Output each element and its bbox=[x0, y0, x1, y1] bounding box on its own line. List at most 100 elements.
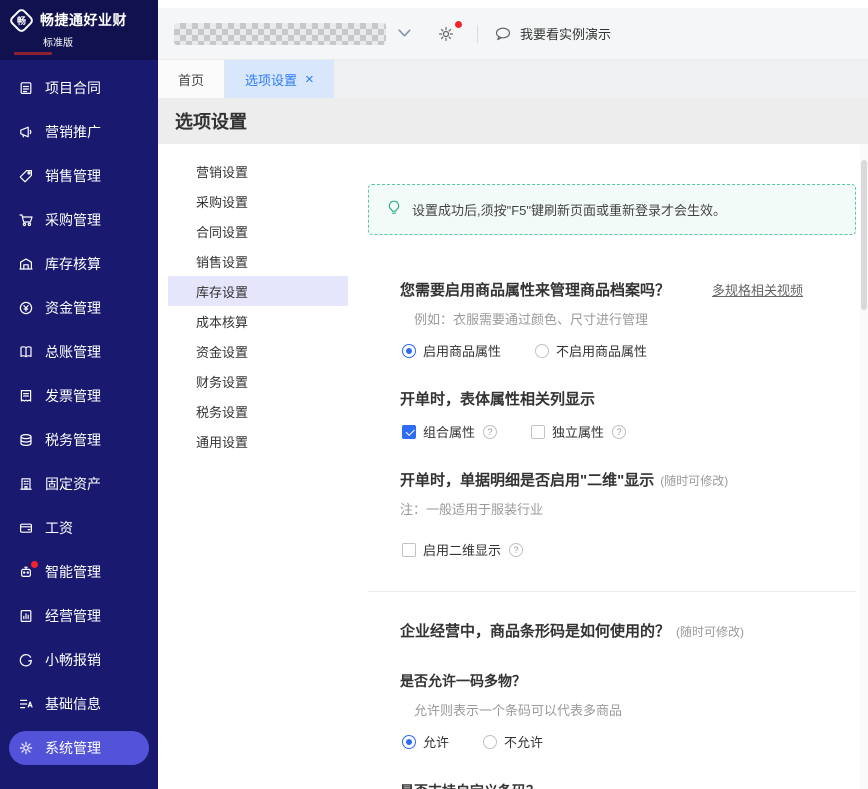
settings-nav-label: 营销设置 bbox=[196, 164, 249, 180]
settings-nav-label: 采购设置 bbox=[196, 194, 249, 210]
settings-nav-item-cost[interactable]: 成本核算 bbox=[158, 306, 348, 336]
multi-item-barcode-hint: 允许则表示一个条码可以代表多商品 bbox=[414, 703, 623, 718]
scrollbar-thumb[interactable] bbox=[861, 160, 867, 310]
2d-display-note: 注：一般适用于服装行业 bbox=[400, 502, 544, 517]
top-header: 我要看实例演示 bbox=[158, 8, 868, 60]
radio-disable-product-attr[interactable]: 不启用商品属性 bbox=[535, 341, 647, 360]
tab-options-settings[interactable]: 选项设置 × bbox=[225, 60, 334, 98]
settings-nav-item-contract[interactable]: 合同设置 bbox=[158, 216, 348, 246]
sidebar-item-label: 采购管理 bbox=[45, 212, 101, 228]
sidebar-nav: 项目合同 营销推广 销售管理 采购管理 库存核算 资金管理 总账管理 发票管理 … bbox=[0, 60, 158, 770]
brand-logo: 畅 畅捷通好业财 标准版 bbox=[0, 0, 158, 60]
tab-home[interactable]: 首页 bbox=[158, 60, 226, 98]
ledger-book-icon bbox=[18, 344, 34, 360]
radio-indicator bbox=[402, 343, 416, 358]
radio-enable-product-attr[interactable]: 启用商品属性 bbox=[402, 341, 501, 360]
sidebar: 畅 畅捷通好业财 标准版 项目合同 营销推广 销售管理 采购管理 库存核算 资金… bbox=[0, 0, 158, 789]
settings-nav-item-funds[interactable]: 资金设置 bbox=[158, 336, 348, 366]
close-tab-icon[interactable]: × bbox=[305, 72, 314, 87]
settings-nav-item-sales[interactable]: 销售设置 bbox=[158, 246, 348, 276]
sidebar-item-payroll[interactable]: 工资 bbox=[0, 506, 158, 550]
sidebar-item-sales-management[interactable]: 销售管理 bbox=[0, 154, 158, 198]
sidebar-item-invoice-management[interactable]: 发票管理 bbox=[0, 374, 158, 418]
radio-indicator bbox=[483, 734, 498, 749]
radio-disallow-multi-item[interactable]: 不允许 bbox=[483, 732, 543, 751]
settings-nav-item-tax[interactable]: 税务设置 bbox=[158, 396, 348, 426]
sidebar-item-tax-management[interactable]: 税务管理 bbox=[0, 418, 158, 462]
checkbox-label: 组合属性 bbox=[423, 425, 476, 440]
settings-nav-item-inventory[interactable]: 库存设置 bbox=[168, 276, 348, 306]
sidebar-item-funds-management[interactable]: 资金管理 bbox=[0, 286, 158, 330]
barcode-usage-title: 企业经营中，商品条形码是如何使用的？ bbox=[400, 623, 671, 640]
editable-anytime-suffix: (随时可修改) bbox=[660, 474, 729, 488]
warehouse-icon bbox=[18, 256, 34, 272]
receipt-icon bbox=[18, 388, 34, 404]
demo-video-button[interactable]: 我要看实例演示 bbox=[494, 24, 611, 43]
custom-barcode-question: 是否支持自定义条码？ bbox=[400, 781, 856, 789]
sidebar-item-label: 销售管理 bbox=[45, 168, 101, 184]
gear-icon bbox=[439, 26, 453, 41]
help-icon[interactable]: ? bbox=[612, 424, 627, 439]
sidebar-item-label: 税务管理 bbox=[45, 432, 101, 448]
settings-gear-button[interactable] bbox=[437, 20, 462, 43]
sidebar-item-label: 经营管理 bbox=[45, 608, 101, 624]
report-chart-icon bbox=[18, 608, 34, 624]
settings-nav-item-marketing[interactable]: 营销设置 bbox=[158, 156, 348, 186]
checkbox-2d-display[interactable]: 启用二维显示 ? bbox=[402, 540, 524, 559]
content-area: 营销设置 采购设置 合同设置 销售设置 库存设置 成本核算 资金设置 财务设置 … bbox=[158, 144, 868, 789]
settings-nav-item-finance[interactable]: 财务设置 bbox=[158, 366, 348, 396]
company-selector-redacted[interactable] bbox=[174, 22, 386, 45]
sidebar-item-xiaochang-reimburse[interactable]: 小畅报销 bbox=[0, 638, 158, 682]
app-window: 畅 畅捷通好业财 标准版 项目合同 营销推广 销售管理 采购管理 库存核算 资金… bbox=[0, 0, 868, 789]
shopping-cart-icon bbox=[18, 212, 34, 228]
checkbox-independent-attr[interactable]: 独立属性 ? bbox=[531, 422, 627, 441]
scrollbar-track[interactable] bbox=[860, 144, 868, 789]
help-icon[interactable]: ? bbox=[509, 542, 524, 557]
radio-allow-multi-item[interactable]: 允许 bbox=[402, 732, 449, 751]
wallet-icon bbox=[18, 520, 34, 536]
sidebar-item-label: 小畅报销 bbox=[45, 652, 101, 668]
settings-nav-label: 合同设置 bbox=[196, 224, 249, 240]
2d-display-title: 开单时，单据明细是否启用"二维"显示 bbox=[400, 472, 655, 489]
product-attr-hint: 例如：衣服需要通过颜色、尺寸进行管理 bbox=[414, 312, 649, 327]
checkbox-label: 启用二维显示 bbox=[423, 543, 502, 558]
price-tag-icon bbox=[18, 168, 34, 184]
sidebar-item-purchase-management[interactable]: 采购管理 bbox=[0, 198, 158, 242]
help-icon[interactable]: ? bbox=[483, 424, 498, 439]
sidebar-item-system-management[interactable]: 系统管理 bbox=[9, 731, 149, 765]
demo-video-label: 我要看实例演示 bbox=[520, 27, 612, 42]
settings-nav-label: 销售设置 bbox=[196, 254, 249, 270]
tab-label: 选项设置 bbox=[245, 72, 298, 88]
chevron-down-icon[interactable] bbox=[398, 29, 411, 38]
sidebar-item-label: 固定资产 bbox=[45, 476, 101, 492]
robot-icon bbox=[18, 561, 38, 580]
radio-label: 允许 bbox=[423, 735, 450, 750]
settings-nav: 营销设置 采购设置 合同设置 销售设置 库存设置 成本核算 资金设置 财务设置 … bbox=[158, 144, 348, 789]
settings-nav-label: 库存设置 bbox=[196, 284, 249, 300]
sidebar-item-general-ledger[interactable]: 总账管理 bbox=[0, 330, 158, 374]
sidebar-item-business-management[interactable]: 经营管理 bbox=[0, 594, 158, 638]
sidebar-item-inventory-accounting[interactable]: 库存核算 bbox=[0, 242, 158, 286]
radio-indicator bbox=[535, 343, 550, 358]
checkbox-composite-attr[interactable]: 组合属性 ? bbox=[402, 422, 498, 441]
sidebar-item-label: 工资 bbox=[45, 520, 73, 536]
sidebar-item-fixed-assets[interactable]: 固定资产 bbox=[0, 462, 158, 506]
top-strip bbox=[158, 0, 868, 8]
sidebar-item-label: 智能管理 bbox=[45, 564, 101, 580]
settings-nav-label: 财务设置 bbox=[196, 374, 249, 390]
sidebar-item-label: 发票管理 bbox=[45, 388, 101, 404]
tab-label: 首页 bbox=[178, 72, 205, 88]
sidebar-item-basic-info[interactable]: 基础信息 bbox=[0, 682, 158, 726]
coin-stack-icon bbox=[18, 432, 34, 448]
settings-nav-item-purchase[interactable]: 采购设置 bbox=[158, 186, 348, 216]
sidebar-item-marketing-promotion[interactable]: 营销推广 bbox=[0, 110, 158, 154]
settings-nav-label: 通用设置 bbox=[196, 434, 249, 450]
sidebar-item-smart-management[interactable]: 智能管理 bbox=[0, 550, 158, 594]
multi-spec-video-link[interactable]: 多规格相关视频 bbox=[712, 280, 803, 299]
settings-nav-item-general[interactable]: 通用设置 bbox=[158, 426, 348, 456]
settings-nav-label: 税务设置 bbox=[196, 404, 249, 420]
gear-icon bbox=[18, 740, 34, 756]
checkbox-indicator bbox=[402, 542, 416, 557]
editable-anytime-suffix: (随时可修改) bbox=[676, 625, 745, 639]
sidebar-item-project-contract[interactable]: 项目合同 bbox=[0, 66, 158, 110]
